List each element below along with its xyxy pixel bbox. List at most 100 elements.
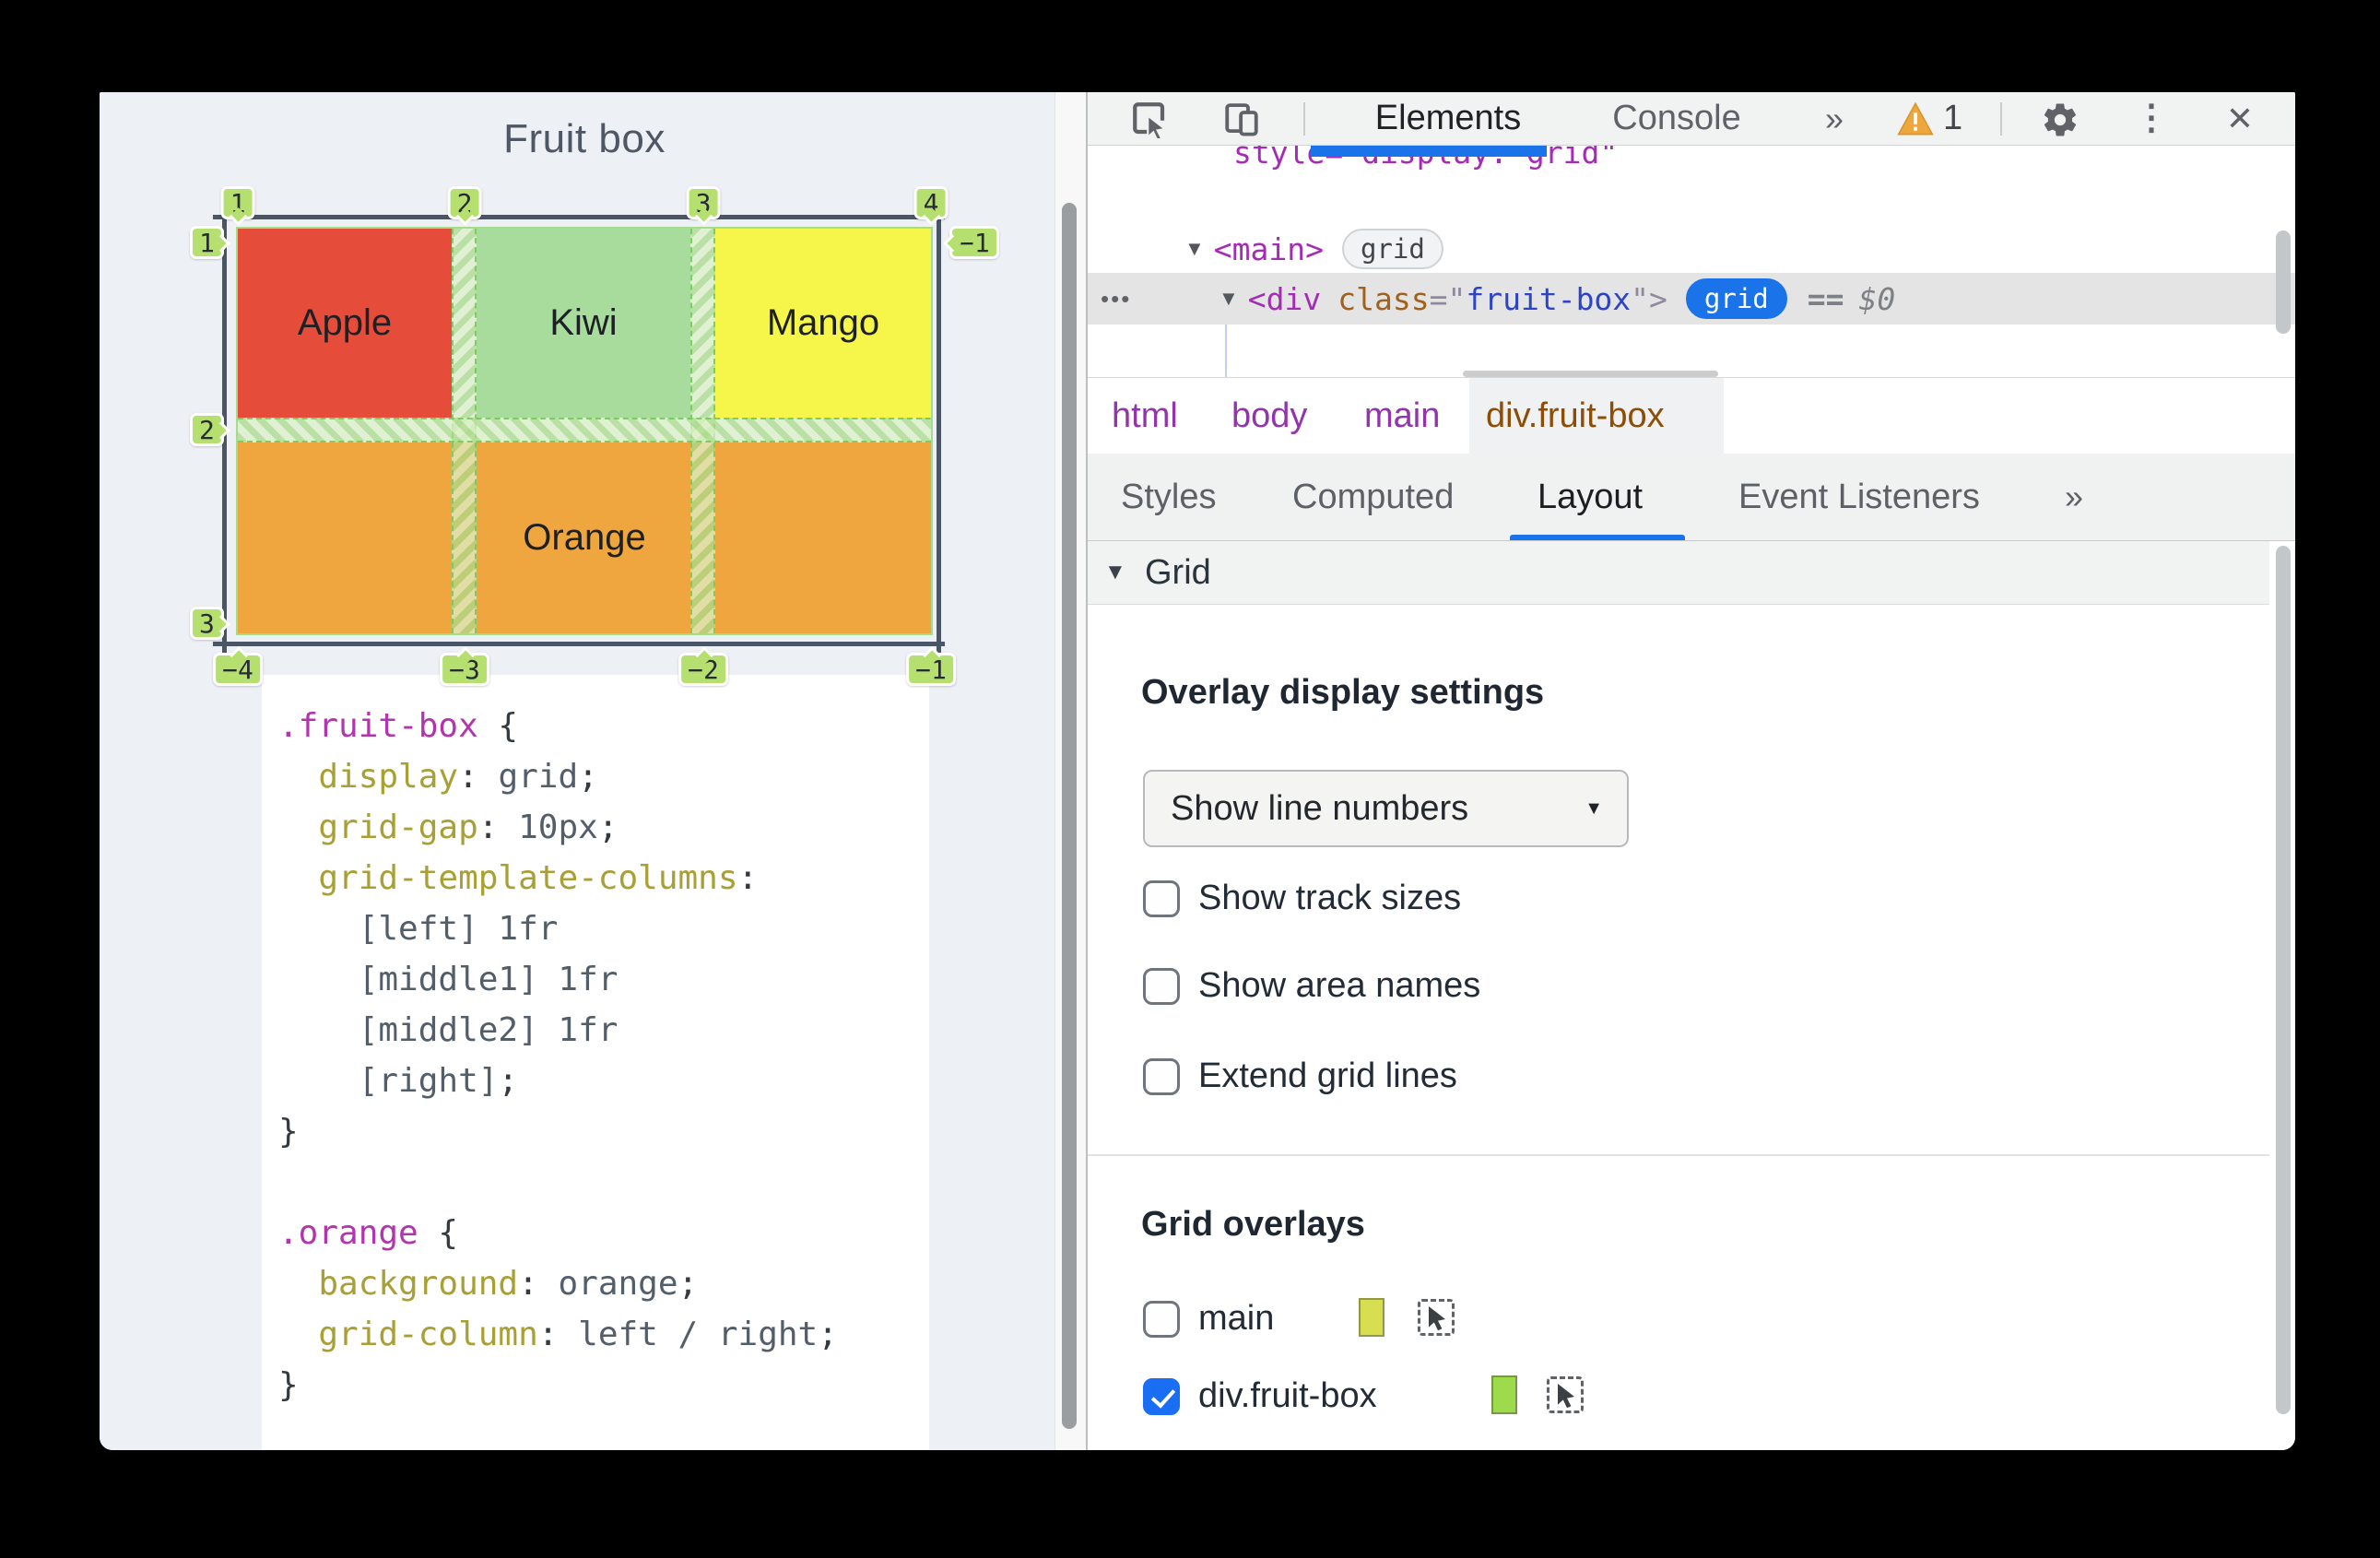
horizontal-scrollbar-thumb[interactable] (1463, 371, 1718, 377)
clipped-dom-row[interactable]: style="display: grid" (1088, 146, 2295, 170)
extend-grid-lines-checkbox[interactable] (1143, 1057, 1180, 1095)
code-line: [middle2] 1fr (278, 1011, 619, 1049)
tab-elements[interactable]: Elements (1375, 92, 1521, 145)
grid-section-title: Grid (1145, 553, 1211, 592)
show-track-sizes-checkbox[interactable] (1143, 879, 1180, 917)
cell-label: Kiwi (549, 302, 618, 343)
code-line: [middle1] 1fr (278, 961, 619, 998)
select-element-icon[interactable] (1418, 1299, 1455, 1336)
code-line: } (278, 1113, 299, 1151)
tab-styles[interactable]: Styles (1121, 454, 1216, 540)
overlay-row-main[interactable]: main (1143, 1299, 1274, 1339)
grid-line-badge-col-neg2: −2 (678, 653, 728, 686)
breadcrumb-main[interactable]: main (1364, 378, 1440, 454)
gear-icon[interactable] (2041, 100, 2080, 139)
grid-cell-mango: Mango (715, 229, 931, 418)
code-line: grid-column: left / right; (318, 1316, 838, 1353)
device-toolbar-icon[interactable] (1222, 100, 1261, 138)
select-element-icon[interactable] (1547, 1376, 1584, 1413)
page-scrollbar-thumb[interactable] (1062, 203, 1077, 1429)
breadcrumb-html[interactable]: html (1112, 378, 1178, 454)
code-sample-box: .fruit-box { display: grid; grid-gap: 10… (262, 675, 929, 1450)
grid-badge[interactable]: grid (1342, 229, 1443, 269)
breadcrumb-div-fruit-box[interactable]: div.fruit-box (1486, 378, 1665, 454)
toolbar-divider (2000, 102, 2002, 136)
grid-cell-kiwi: Kiwi (477, 229, 690, 418)
code-line: .orange { (278, 1214, 459, 1252)
grid-line-badge-col-4: 4 (913, 186, 948, 219)
close-icon[interactable]: ✕ (2226, 92, 2254, 145)
attr-class: class (1337, 280, 1430, 317)
layout-pane-scrollbar-thumb[interactable] (2276, 546, 2291, 1414)
page-title: Fruit box (503, 116, 666, 161)
code-line: grid-gap: 10px; (318, 809, 619, 846)
active-tab-underline (1510, 535, 1685, 540)
devtools-panel: Elements Console » 1 ⋮ ✕ style="display:… (1086, 92, 2295, 1450)
main-overlay-checkbox[interactable] (1143, 1300, 1180, 1338)
warning-icon[interactable] (1897, 101, 1936, 140)
fruit-box-overlay-color-swatch[interactable] (1491, 1375, 1517, 1414)
row-actions-ellipsis[interactable]: ••• (1101, 273, 1131, 325)
fruit-box-overlay-checkbox[interactable] (1143, 1377, 1180, 1415)
grid-badge-active[interactable]: grid (1685, 278, 1787, 319)
grid-line-badge-col-neg1: −1 (906, 653, 956, 686)
cell-label: Mango (766, 302, 880, 343)
attr-eq: =" (1429, 280, 1467, 317)
checkbox-label: Show area names (1198, 966, 1481, 1005)
warning-count[interactable]: 1 (1943, 92, 1962, 145)
tree-scrollbar-thumb[interactable] (2276, 230, 2291, 334)
dom-tree: style="display: grid" ▼ <main> grid <p>F… (1088, 146, 2295, 377)
sidebar-tab-bar: Styles Computed Layout Event Listeners » (1088, 454, 2295, 541)
chevron-down-icon[interactable]: ▼ (1184, 237, 1205, 261)
grid-cell-orange: Orange (238, 443, 931, 633)
grid-line-badge-col-3: 3 (686, 186, 721, 219)
more-tabs-icon[interactable]: » (1825, 92, 1844, 145)
code-line: [left] 1fr (278, 910, 559, 948)
tab-console[interactable]: Console (1612, 92, 1740, 145)
screenshot-stage: Fruit box Apple Kiwi Mango Orange 1 2 3 … (0, 0, 2380, 1558)
sidebar-more-tabs-icon[interactable]: » (2065, 454, 2083, 540)
browser-window: Fruit box Apple Kiwi Mango Orange 1 2 3 … (100, 92, 2295, 1450)
devtools-toolbar: Elements Console » 1 ⋮ ✕ (1088, 92, 2295, 146)
tag-main: <main> (1213, 230, 1324, 267)
code-line: .fruit-box { (278, 707, 519, 745)
tab-layout[interactable]: Layout (1538, 454, 1643, 540)
grid-overlay-line-right (937, 202, 941, 659)
inspect-element-icon[interactable] (1130, 100, 1169, 142)
show-area-names-checkbox[interactable] (1143, 967, 1180, 1005)
grid-line-badge-col-2: 2 (447, 186, 482, 219)
grid-line-badge-col-1: 1 (220, 186, 255, 219)
grid-overlays-title: Grid overlays (1141, 1205, 1365, 1244)
tree-row-main[interactable]: ▼ <main> grid (1184, 223, 1443, 275)
tab-event-listeners[interactable]: Event Listeners (1738, 454, 1980, 540)
attr-value: fruit-box (1466, 280, 1632, 317)
overlay-row-fruit-box[interactable]: div.fruit-box (1143, 1376, 1377, 1416)
chevron-down-icon[interactable]: ▼ (1219, 287, 1239, 311)
main-overlay-color-swatch[interactable] (1359, 1298, 1384, 1337)
checkbox-row-area-names[interactable]: Show area names (1143, 966, 1480, 1006)
checkbox-label: Extend grid lines (1198, 1056, 1457, 1095)
checkbox-row-extend-lines[interactable]: Extend grid lines (1143, 1056, 1457, 1096)
web-page-panel: Fruit box Apple Kiwi Mango Orange 1 2 3 … (100, 92, 1055, 1450)
grid-section-header[interactable]: ▼ Grid (1088, 541, 2269, 605)
tab-computed[interactable]: Computed (1292, 454, 1454, 540)
checkbox-row-track-sizes[interactable]: Show track sizes (1143, 879, 1461, 918)
code-block: .fruit-box { display: grid; grid-gap: 10… (278, 701, 838, 1410)
breadcrumb-body[interactable]: body (1231, 378, 1307, 454)
grid-line-badge-row-3: 3 (190, 607, 224, 640)
checkbox-label: Show track sizes (1198, 879, 1462, 917)
breadcrumb: html body main div.fruit-box (1088, 377, 2295, 454)
grid-line-badge-row-2: 2 (190, 413, 224, 446)
equals-sign: == (1807, 280, 1844, 317)
cell-label: Orange (523, 517, 646, 558)
kebab-menu-icon[interactable]: ⋮ (2134, 92, 2169, 145)
disclosure-triangle-icon[interactable]: ▼ (1104, 541, 1126, 604)
tree-row-fruit-box[interactable]: ▼ <div class =" fruit-box "> grid == $0 (1219, 273, 1895, 325)
line-numbers-dropdown[interactable]: Show line numbers ▼ (1143, 770, 1629, 847)
indent-guide-line (1225, 325, 1227, 377)
grid-line-badge-col-neg4: −4 (213, 653, 263, 686)
grid-line-badge-row-1: 1 (190, 226, 224, 259)
cell-label: Apple (297, 302, 393, 343)
grid-overlay-line-top (213, 215, 945, 219)
tag-div-open: <div (1247, 280, 1322, 317)
